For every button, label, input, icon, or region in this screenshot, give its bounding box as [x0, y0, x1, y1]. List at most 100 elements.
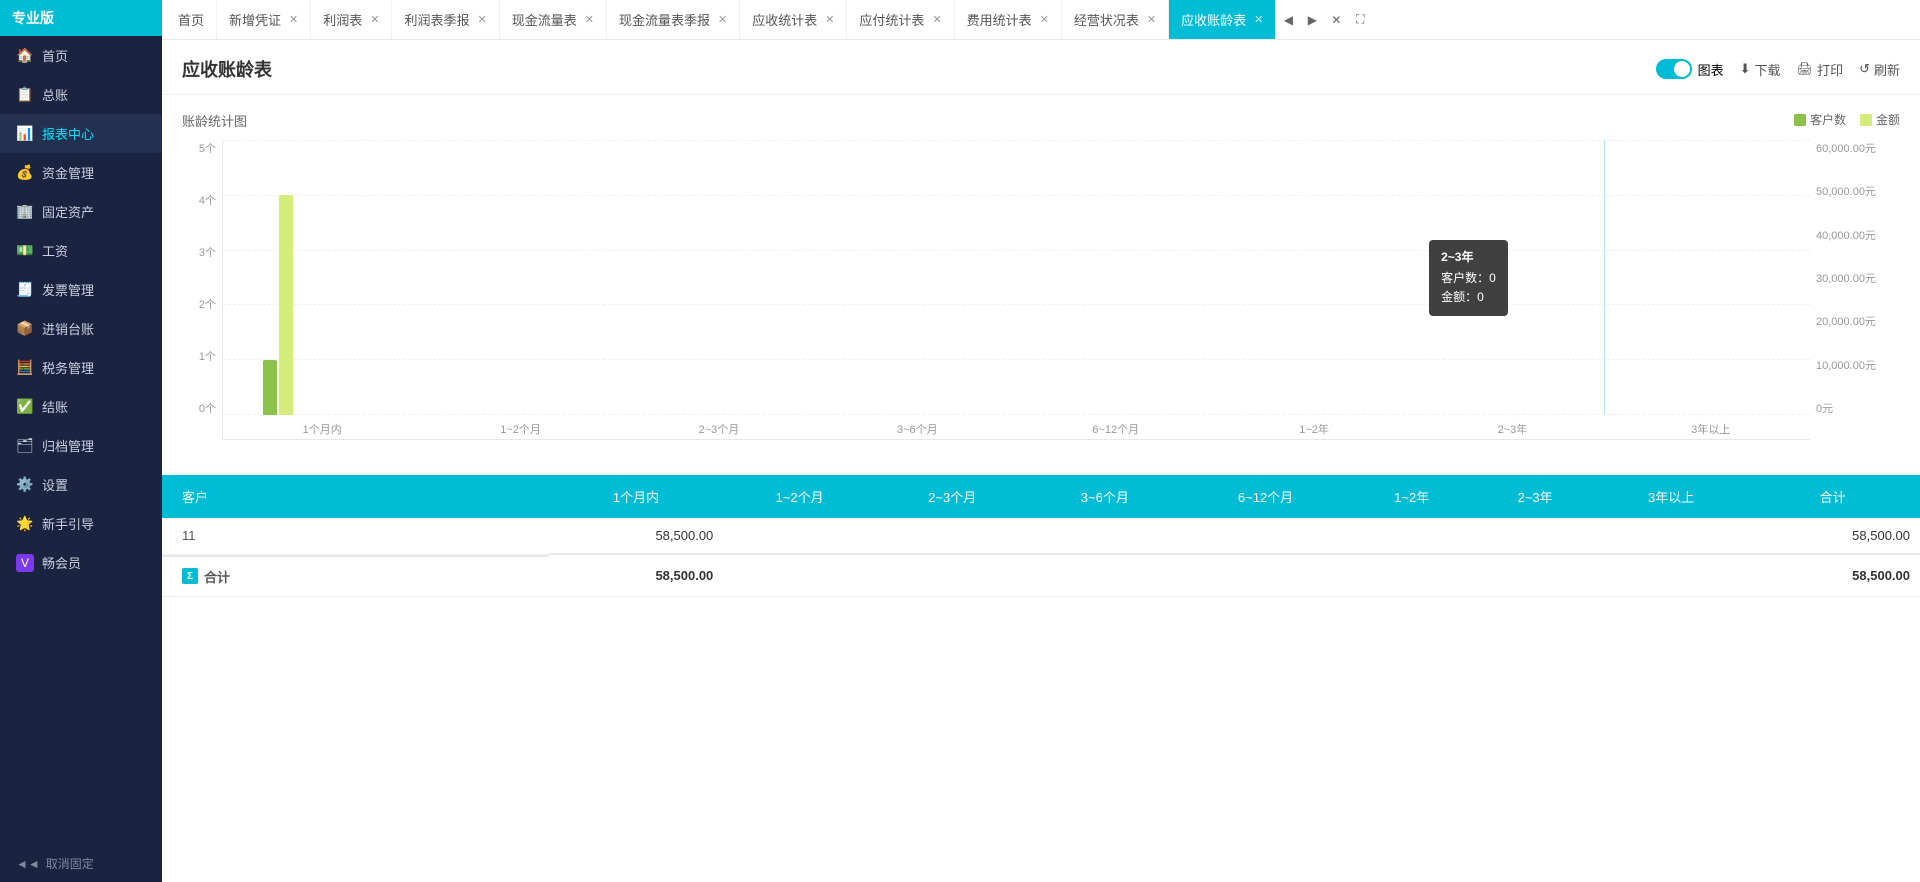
- cell-year1-2: [1350, 518, 1473, 554]
- chart-container: 5个 4个 3个 2个 1个 0个: [182, 140, 1900, 440]
- salary-icon: 💵: [16, 242, 34, 260]
- tab-close-aging[interactable]: ✕: [1254, 13, 1263, 26]
- tab-close-receivable-stat[interactable]: ✕: [825, 13, 834, 26]
- cell-year3plus: [1597, 518, 1746, 554]
- tab-close-profit[interactable]: ✕: [370, 13, 379, 26]
- col-month1-2: 1~2个月: [723, 475, 876, 518]
- header-actions: 图表 ⬇ 下载 🖨 打印 ↺ 刷新: [1656, 59, 1900, 79]
- refresh-button[interactable]: ↺ 刷新: [1859, 60, 1900, 79]
- cell-month6-12: [1181, 518, 1350, 554]
- sidebar-item-label: 固定资产: [42, 202, 94, 221]
- download-button[interactable]: ⬇ 下载: [1740, 60, 1781, 79]
- tab-nav-right[interactable]: ▶: [1300, 8, 1324, 32]
- sidebar-item-settings[interactable]: ⚙️ 设置: [0, 465, 162, 504]
- print-icon: 🖨: [1797, 61, 1814, 77]
- total-year2-3: [1473, 554, 1596, 596]
- chart-col-0: 1个月内: [223, 140, 421, 415]
- tab-operation[interactable]: 经营状况表 ✕: [1062, 0, 1169, 40]
- chart-col-7: 3年以上: [1612, 140, 1810, 415]
- col-month2-3: 2~3个月: [876, 475, 1029, 518]
- sidebar-item-home[interactable]: 🏠 首页: [0, 36, 162, 75]
- print-button[interactable]: 🖨 打印: [1797, 60, 1844, 79]
- pin-icon: ◄◄: [16, 857, 40, 871]
- tab-nav-left[interactable]: ◀: [1276, 8, 1300, 32]
- tab-expand[interactable]: ⛶: [1348, 8, 1372, 32]
- chart-toggle[interactable]: 图表: [1656, 59, 1724, 79]
- report-icon: 📊: [16, 125, 34, 143]
- total-month3-6: [1029, 554, 1182, 596]
- ledger-icon: 📋: [16, 86, 34, 104]
- total-month2-3: [876, 554, 1029, 596]
- tab-payable-stat[interactable]: 应付统计表 ✕: [847, 0, 954, 40]
- legend-customer-label: 客户数: [1810, 111, 1846, 128]
- cell-month1: 58,500.00: [549, 518, 724, 554]
- sidebar-item-report[interactable]: 📊 报表中心: [0, 114, 162, 153]
- sidebar-item-label: 设置: [42, 475, 68, 494]
- total-year1-2: [1350, 554, 1473, 596]
- sidebar-item-ledger[interactable]: 📋 总账: [0, 75, 162, 114]
- sidebar-pin-toggle[interactable]: ◄◄ 取消固定: [0, 845, 162, 882]
- sidebar-item-label: 新手引导: [42, 514, 94, 533]
- cell-month2-3: [876, 518, 1029, 554]
- tab-cashflow[interactable]: 现金流量表 ✕: [500, 0, 607, 40]
- toggle-track[interactable]: [1656, 59, 1692, 79]
- sidebar-item-label: 资金管理: [42, 163, 94, 182]
- sidebar-item-label: 结账: [42, 397, 68, 416]
- invoice-icon: 🧾: [16, 281, 34, 299]
- y-axis-right: 60,000.00元 50,000.00元 40,000.00元 30,000.…: [1810, 140, 1900, 440]
- tab-close-expense-stat[interactable]: ✕: [1040, 13, 1049, 26]
- tab-cashflow-quarter[interactable]: 现金流量表季报 ✕: [607, 0, 740, 40]
- tab-close-payable-stat[interactable]: ✕: [932, 13, 941, 26]
- tab-home[interactable]: 首页: [166, 0, 217, 40]
- sidebar-item-asset[interactable]: 🏢 固定资产: [0, 192, 162, 231]
- tab-profit-quarter[interactable]: 利润表季报 ✕: [392, 0, 499, 40]
- tab-close-cashflow-quarter[interactable]: ✕: [718, 13, 727, 26]
- total-icon: Σ: [182, 568, 198, 584]
- col-month6-12: 6~12个月: [1181, 475, 1350, 518]
- sidebar-item-salary[interactable]: 💵 工资: [0, 231, 162, 270]
- archive-icon: 🗂: [16, 437, 34, 455]
- tab-expense-stat[interactable]: 费用统计表 ✕: [955, 0, 1062, 40]
- tab-profit[interactable]: 利润表 ✕: [311, 0, 392, 40]
- page-title: 应收账龄表: [182, 56, 272, 82]
- total-month1-2: [723, 554, 876, 596]
- tax-icon: 🧮: [16, 359, 34, 377]
- settings-icon: ⚙️: [16, 476, 34, 494]
- chart-col-6: 2~3年: [1413, 140, 1611, 415]
- tab-close-cashflow[interactable]: ✕: [585, 13, 594, 26]
- tab-close-operation[interactable]: ✕: [1147, 13, 1156, 26]
- sidebar-item-archive[interactable]: 🗂 归档管理: [0, 426, 162, 465]
- chart-col-1: 1~2个月: [421, 140, 619, 415]
- sidebar-item-member[interactable]: V 畅会员: [0, 543, 162, 582]
- tab-close-voucher[interactable]: ✕: [289, 13, 298, 26]
- table-total-row: Σ 合计 58,500.00 58,500.00: [162, 554, 1920, 596]
- table-container: 客户 1个月内 1~2个月 2~3个月 3~6个月 6~12个月 1~2年 2~…: [162, 475, 1920, 597]
- sidebar-item-settle[interactable]: ✅ 结账: [0, 387, 162, 426]
- chart-area: 账龄统计图 客户数 金额 5个 4个 3个 2个 1个: [162, 95, 1920, 475]
- sidebar-item-label: 进销台账: [42, 319, 94, 338]
- legend-amount-label: 金额: [1876, 111, 1900, 128]
- tab-voucher[interactable]: 新增凭证 ✕: [217, 0, 311, 40]
- total-month6-12: [1181, 554, 1350, 596]
- tab-close-all[interactable]: ✕: [1324, 8, 1348, 32]
- sidebar-item-guide[interactable]: 🌟 新手引导: [0, 504, 162, 543]
- col-total: 合计: [1745, 475, 1920, 518]
- stock-icon: 📦: [16, 320, 34, 338]
- toggle-thumb: [1674, 61, 1690, 77]
- sidebar-item-tax[interactable]: 🧮 税务管理: [0, 348, 162, 387]
- sidebar-item-fund[interactable]: 💰 资金管理: [0, 153, 162, 192]
- table-row: 11 58,500.00 58,500.00: [162, 518, 1920, 554]
- tab-aging[interactable]: 应收账龄表 ✕: [1169, 0, 1276, 40]
- sidebar-item-invoice[interactable]: 🧾 发票管理: [0, 270, 162, 309]
- tab-close-profit-quarter[interactable]: ✕: [478, 13, 487, 26]
- sidebar-item-stock[interactable]: 📦 进销台账: [0, 309, 162, 348]
- cell-customer: 11: [162, 518, 549, 554]
- legend-amount-dot: [1860, 114, 1872, 126]
- col-year1-2: 1~2年: [1350, 475, 1473, 518]
- chart-inner: 1个月内 1~2个月: [222, 140, 1810, 440]
- tab-receivable-stat[interactable]: 应收统计表 ✕: [740, 0, 847, 40]
- bar-customer-0: [263, 360, 277, 415]
- sidebar-item-label: 报表中心: [42, 124, 94, 143]
- sidebar: 专业版 🏠 首页 📋 总账 📊 报表中心 💰 资金管理 🏢 固定资产 💵 工资 …: [0, 0, 162, 882]
- col-year3plus: 3年以上: [1597, 475, 1746, 518]
